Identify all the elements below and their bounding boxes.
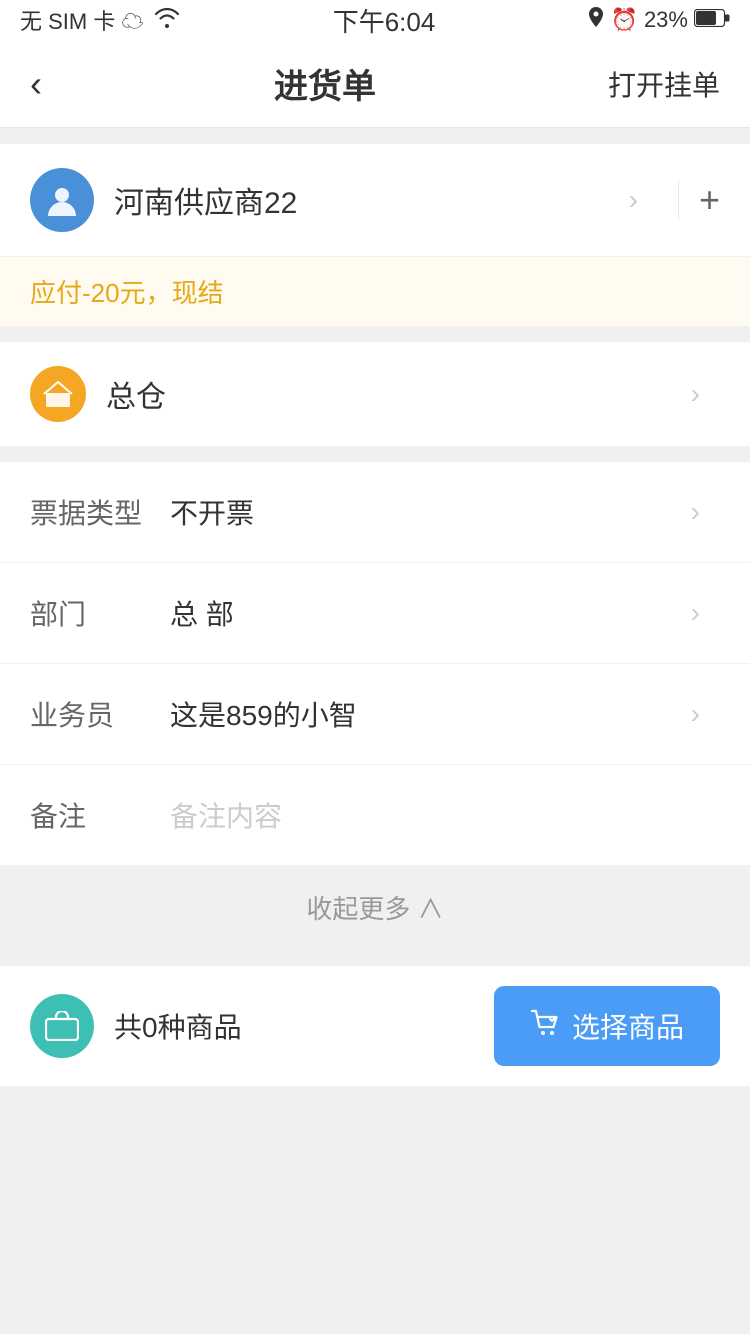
warehouse-name: 总仓 <box>106 372 691 416</box>
page-title: 进货单 <box>274 59 376 108</box>
invoice-chevron-icon: › <box>691 496 700 528</box>
battery-percent: 23% <box>644 7 688 33</box>
nav-bar: ‹ 进货单 打开挂单 <box>0 40 750 128</box>
invoice-label: 票据类型 <box>30 492 150 532</box>
status-right: ⏰ 23% <box>587 6 730 34</box>
department-chevron-icon: › <box>691 597 700 629</box>
department-label: 部门 <box>30 593 150 633</box>
department-value: 总 部 <box>170 593 691 633</box>
back-button[interactable]: ‹ <box>30 63 42 105</box>
invoice-row[interactable]: 票据类型 不开票 › <box>0 462 750 563</box>
warehouse-row[interactable]: 总仓 › <box>0 342 750 446</box>
status-bar: 无 SIM 卡 ☁ 下午6:04 ⏰ 23% <box>0 0 750 40</box>
section-gap-3 <box>0 446 750 462</box>
bottom-bar: 共0种商品 选择商品 <box>0 966 750 1086</box>
supplier-chevron-icon: › <box>629 184 638 216</box>
section-gap-1 <box>0 128 750 144</box>
warehouse-chevron-icon: › <box>691 378 700 410</box>
form-card: 票据类型 不开票 › 部门 总 部 › 业务员 这是859的小智 › 备注 备注… <box>0 462 750 865</box>
alarm-icon: ⏰ <box>611 7 638 33</box>
collapse-button[interactable]: 收起更多 ∧ <box>0 865 750 950</box>
remark-label: 备注 <box>30 795 150 835</box>
open-pending-button[interactable]: 打开挂单 <box>608 64 720 104</box>
sim-label: 无 SIM 卡 ☁ <box>20 4 143 36</box>
status-left: 无 SIM 卡 ☁ <box>20 4 181 36</box>
staff-value: 这是859的小智 <box>170 694 691 734</box>
add-supplier-button[interactable]: + <box>699 179 720 221</box>
location-icon <box>587 6 605 34</box>
staff-chevron-icon: › <box>691 698 700 730</box>
product-icon <box>30 994 94 1058</box>
wifi-icon <box>153 6 181 34</box>
notice-bar: 应付-20元，现结 <box>0 257 750 326</box>
battery-icon <box>694 7 730 33</box>
staff-label: 业务员 <box>30 694 150 734</box>
invoice-value: 不开票 <box>170 492 691 532</box>
warehouse-card: 总仓 › <box>0 342 750 446</box>
notice-text: 应付-20元，现结 <box>30 278 224 308</box>
staff-row[interactable]: 业务员 这是859的小智 › <box>0 664 750 765</box>
remark-input[interactable]: 备注内容 <box>170 795 720 835</box>
department-row[interactable]: 部门 总 部 › <box>0 563 750 664</box>
remark-row[interactable]: 备注 备注内容 <box>0 765 750 865</box>
supplier-card: 河南供应商22 › + 应付-20元，现结 <box>0 144 750 326</box>
cart-icon <box>530 1009 562 1044</box>
supplier-avatar <box>30 168 94 232</box>
supplier-divider <box>678 180 679 220</box>
select-btn-label: 选择商品 <box>572 1006 684 1046</box>
product-count: 共0种商品 <box>114 1006 474 1046</box>
section-gap-2 <box>0 326 750 342</box>
warehouse-icon <box>30 366 86 422</box>
status-time: 下午6:04 <box>333 2 436 39</box>
supplier-name: 河南供应商22 <box>114 178 629 222</box>
supplier-row[interactable]: 河南供应商22 › + <box>0 144 750 257</box>
select-product-button[interactable]: 选择商品 <box>494 986 720 1066</box>
